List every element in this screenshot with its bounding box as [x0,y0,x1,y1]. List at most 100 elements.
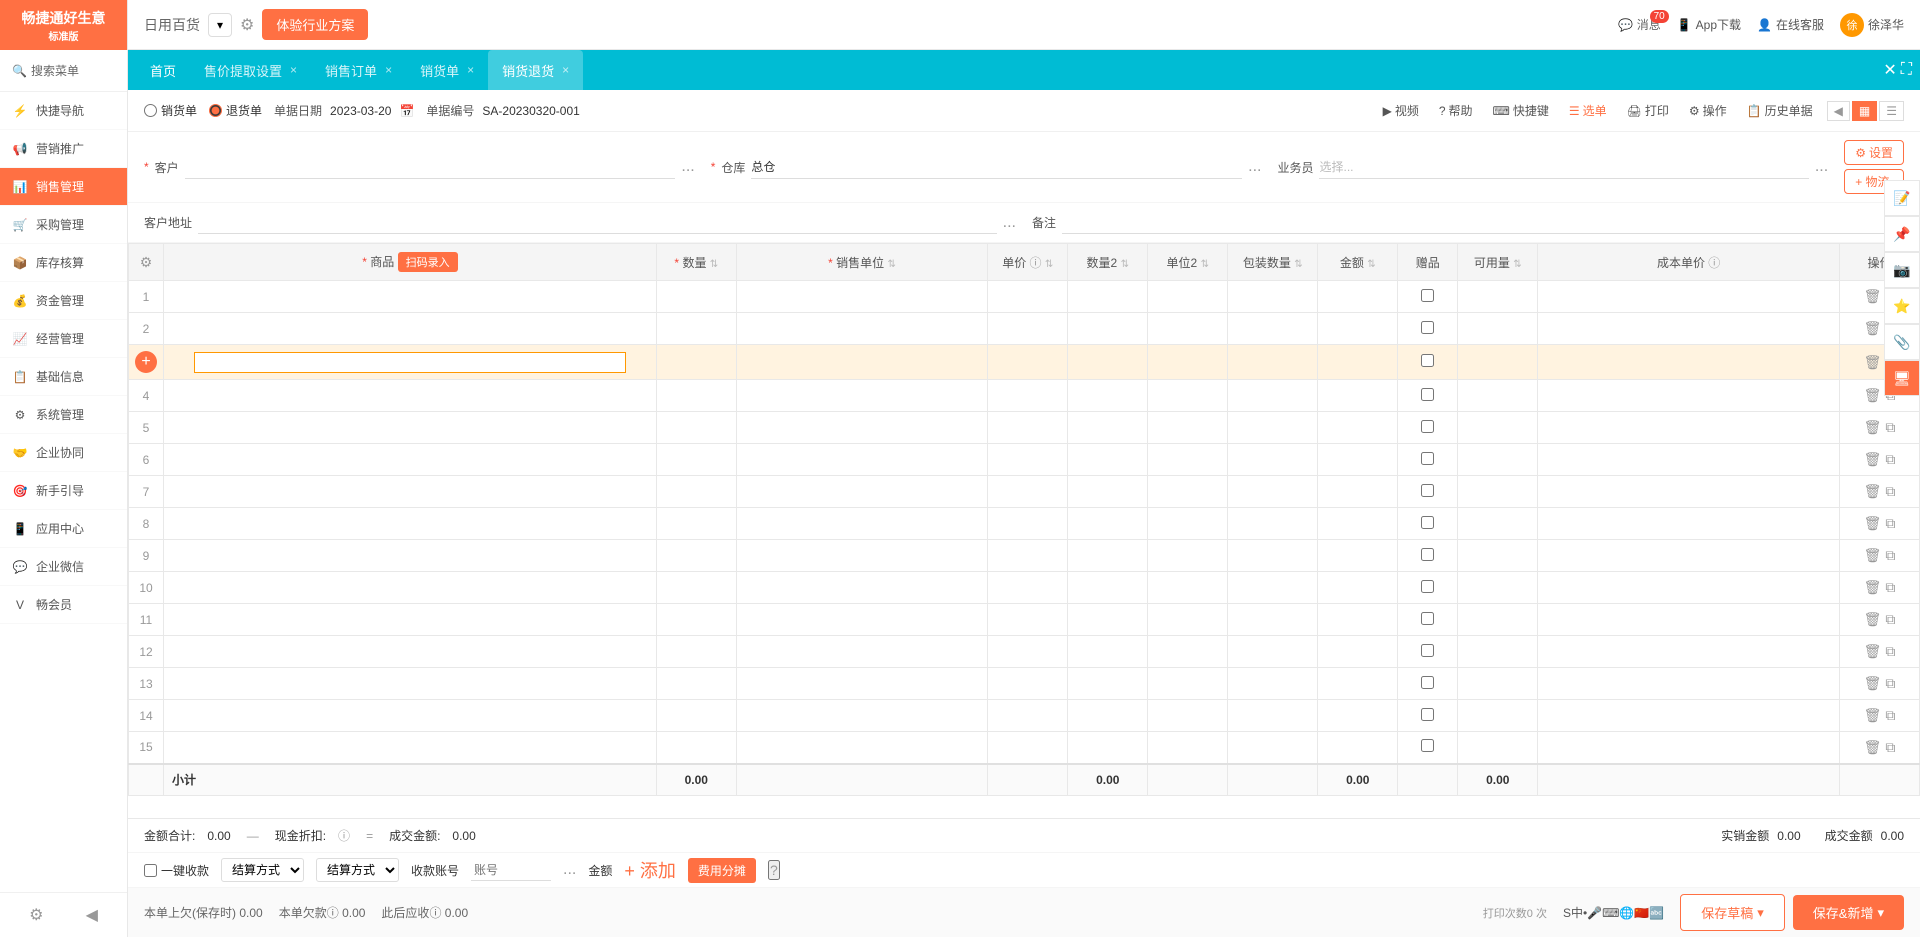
row-cost-cell[interactable] [1538,412,1840,444]
row-gift-cell[interactable] [1398,508,1458,540]
row-pack-cell[interactable] [1228,700,1318,732]
copy-row-btn[interactable]: ⧉ [1885,419,1895,436]
row-price-cell[interactable] [988,668,1068,700]
row-unit2-cell[interactable] [1148,412,1228,444]
calc-method-select[interactable]: 结算方式 [316,858,399,882]
row-pack-cell[interactable] [1228,412,1318,444]
row-unit-cell[interactable] [736,313,987,345]
row-gift-cell[interactable] [1398,732,1458,764]
row-pack-cell[interactable] [1228,281,1318,313]
row-cost-cell[interactable] [1538,476,1840,508]
tab-sales-order[interactable]: 销售订单 × [311,50,406,90]
customer-dots[interactable]: ... [681,158,694,176]
copy-row-btn[interactable]: ⧉ [1885,611,1895,628]
gift-checkbox[interactable] [1421,708,1434,721]
discount-info-icon[interactable]: ⓘ [338,827,350,844]
row-available-cell[interactable] [1458,636,1538,668]
row-amount-cell[interactable] [1318,508,1398,540]
row-available-cell[interactable] [1458,412,1538,444]
row-product-cell[interactable] [164,476,657,508]
edge-screen-btn[interactable]: 🖥 [1884,360,1920,396]
row-pack-cell[interactable] [1228,572,1318,604]
print-btn[interactable]: 🖨 打印 [1621,98,1675,123]
warehouse-input[interactable] [751,156,1242,179]
row-cost-cell[interactable] [1538,281,1840,313]
row-cost-cell[interactable] [1538,508,1840,540]
tab-sales[interactable]: 销货单 × [406,50,488,90]
sidebar-item-system[interactable]: ⚙ 系统管理 [0,396,127,434]
row-qty2-cell[interactable] [1068,700,1148,732]
row-gift-cell[interactable] [1398,636,1458,668]
credit-info-icon[interactable]: ⓘ [327,906,339,920]
view-prev-btn[interactable]: ◀ [1827,101,1850,121]
note-input[interactable] [1062,211,1904,234]
row-product-cell[interactable] [164,732,657,764]
row-product-cell[interactable] [164,313,657,345]
sidebar-item-enterprise[interactable]: 🤝 企业协同 [0,434,127,472]
row-available-cell[interactable] [1458,281,1538,313]
delete-row-btn[interactable]: 🗑 [1864,547,1882,564]
row-qty2-cell[interactable] [1068,444,1148,476]
row-qty2-cell[interactable] [1068,508,1148,540]
row-gift-cell[interactable] [1398,412,1458,444]
radio-sale-input[interactable] [144,104,157,117]
row-unit2-cell[interactable] [1148,508,1228,540]
row-qty-cell[interactable] [656,604,736,636]
gift-checkbox[interactable] [1421,289,1434,302]
row-qty2-cell[interactable] [1068,636,1148,668]
row-available-cell[interactable] [1458,572,1538,604]
delete-row-btn[interactable]: 🗑 [1864,611,1882,628]
row-qty-cell[interactable] [656,345,736,380]
delete-row-btn[interactable]: 🗑 [1864,643,1882,660]
row-gift-cell[interactable] [1398,668,1458,700]
row-cost-cell[interactable] [1538,604,1840,636]
scan-input-btn[interactable]: 扫码录入 [398,252,458,272]
tab-returns[interactable]: 销货退货 × [488,50,583,90]
edge-pin-btn[interactable]: 📌 [1884,216,1920,252]
tab-home[interactable]: 首页 [136,50,190,90]
row-price-cell[interactable] [988,476,1068,508]
row-qty2-cell[interactable] [1068,604,1148,636]
row-qty2-cell[interactable] [1068,281,1148,313]
row-price-cell[interactable] [988,281,1068,313]
row-qty-cell[interactable] [656,732,736,764]
row-gift-cell[interactable] [1398,572,1458,604]
row-qty-cell[interactable] [656,281,736,313]
payment-help-btn[interactable]: ? [768,860,780,880]
trial-btn[interactable]: 体验行业方案 [262,9,368,40]
row-product-cell[interactable] [164,700,657,732]
radio-return[interactable]: 退货单 [209,102,262,119]
row-amount-cell[interactable] [1318,572,1398,604]
row-qty2-cell[interactable] [1068,380,1148,412]
sidebar-item-wechat[interactable]: 💬 企业微信 [0,548,127,586]
gift-checkbox[interactable] [1421,612,1434,625]
row-pack-cell[interactable] [1228,732,1318,764]
sidebar-collapse-btn[interactable]: ◀ [82,901,102,929]
row-unit-cell[interactable] [736,572,987,604]
sidebar-item-member[interactable]: V 畅会员 [0,586,127,624]
row-price-cell[interactable] [988,508,1068,540]
row-amount-cell[interactable] [1318,732,1398,764]
staff-dots[interactable]: ... [1815,158,1828,176]
row-pack-cell[interactable] [1228,444,1318,476]
sidebar-item-operations[interactable]: 📈 经营管理 [0,320,127,358]
add-payment-btn[interactable]: + 添加 [624,857,676,883]
row-qty-cell[interactable] [656,380,736,412]
customer-input[interactable] [185,156,676,179]
row-qty-cell[interactable] [656,444,736,476]
row-qty2-cell[interactable] [1068,313,1148,345]
row-cost-cell[interactable] [1538,444,1840,476]
row-pack-cell[interactable] [1228,345,1318,380]
row-amount-cell[interactable] [1318,636,1398,668]
search-menu-btn[interactable]: 🔍 搜索菜单 [8,58,119,83]
row-amount-cell[interactable] [1318,540,1398,572]
search-menu-area[interactable]: 🔍 搜索菜单 [0,50,127,92]
row-amount-cell[interactable] [1318,604,1398,636]
row-available-cell[interactable] [1458,345,1538,380]
delete-row-btn[interactable]: 🗑 [1864,451,1882,468]
row-cost-cell[interactable] [1538,313,1840,345]
copy-row-btn[interactable]: ⧉ [1885,675,1895,692]
message-btn[interactable]: 💬 70 消息 [1618,16,1660,33]
delete-row-btn[interactable]: 🗑 [1864,515,1882,532]
tab-close-all-btn[interactable]: ✕ [1883,60,1896,80]
